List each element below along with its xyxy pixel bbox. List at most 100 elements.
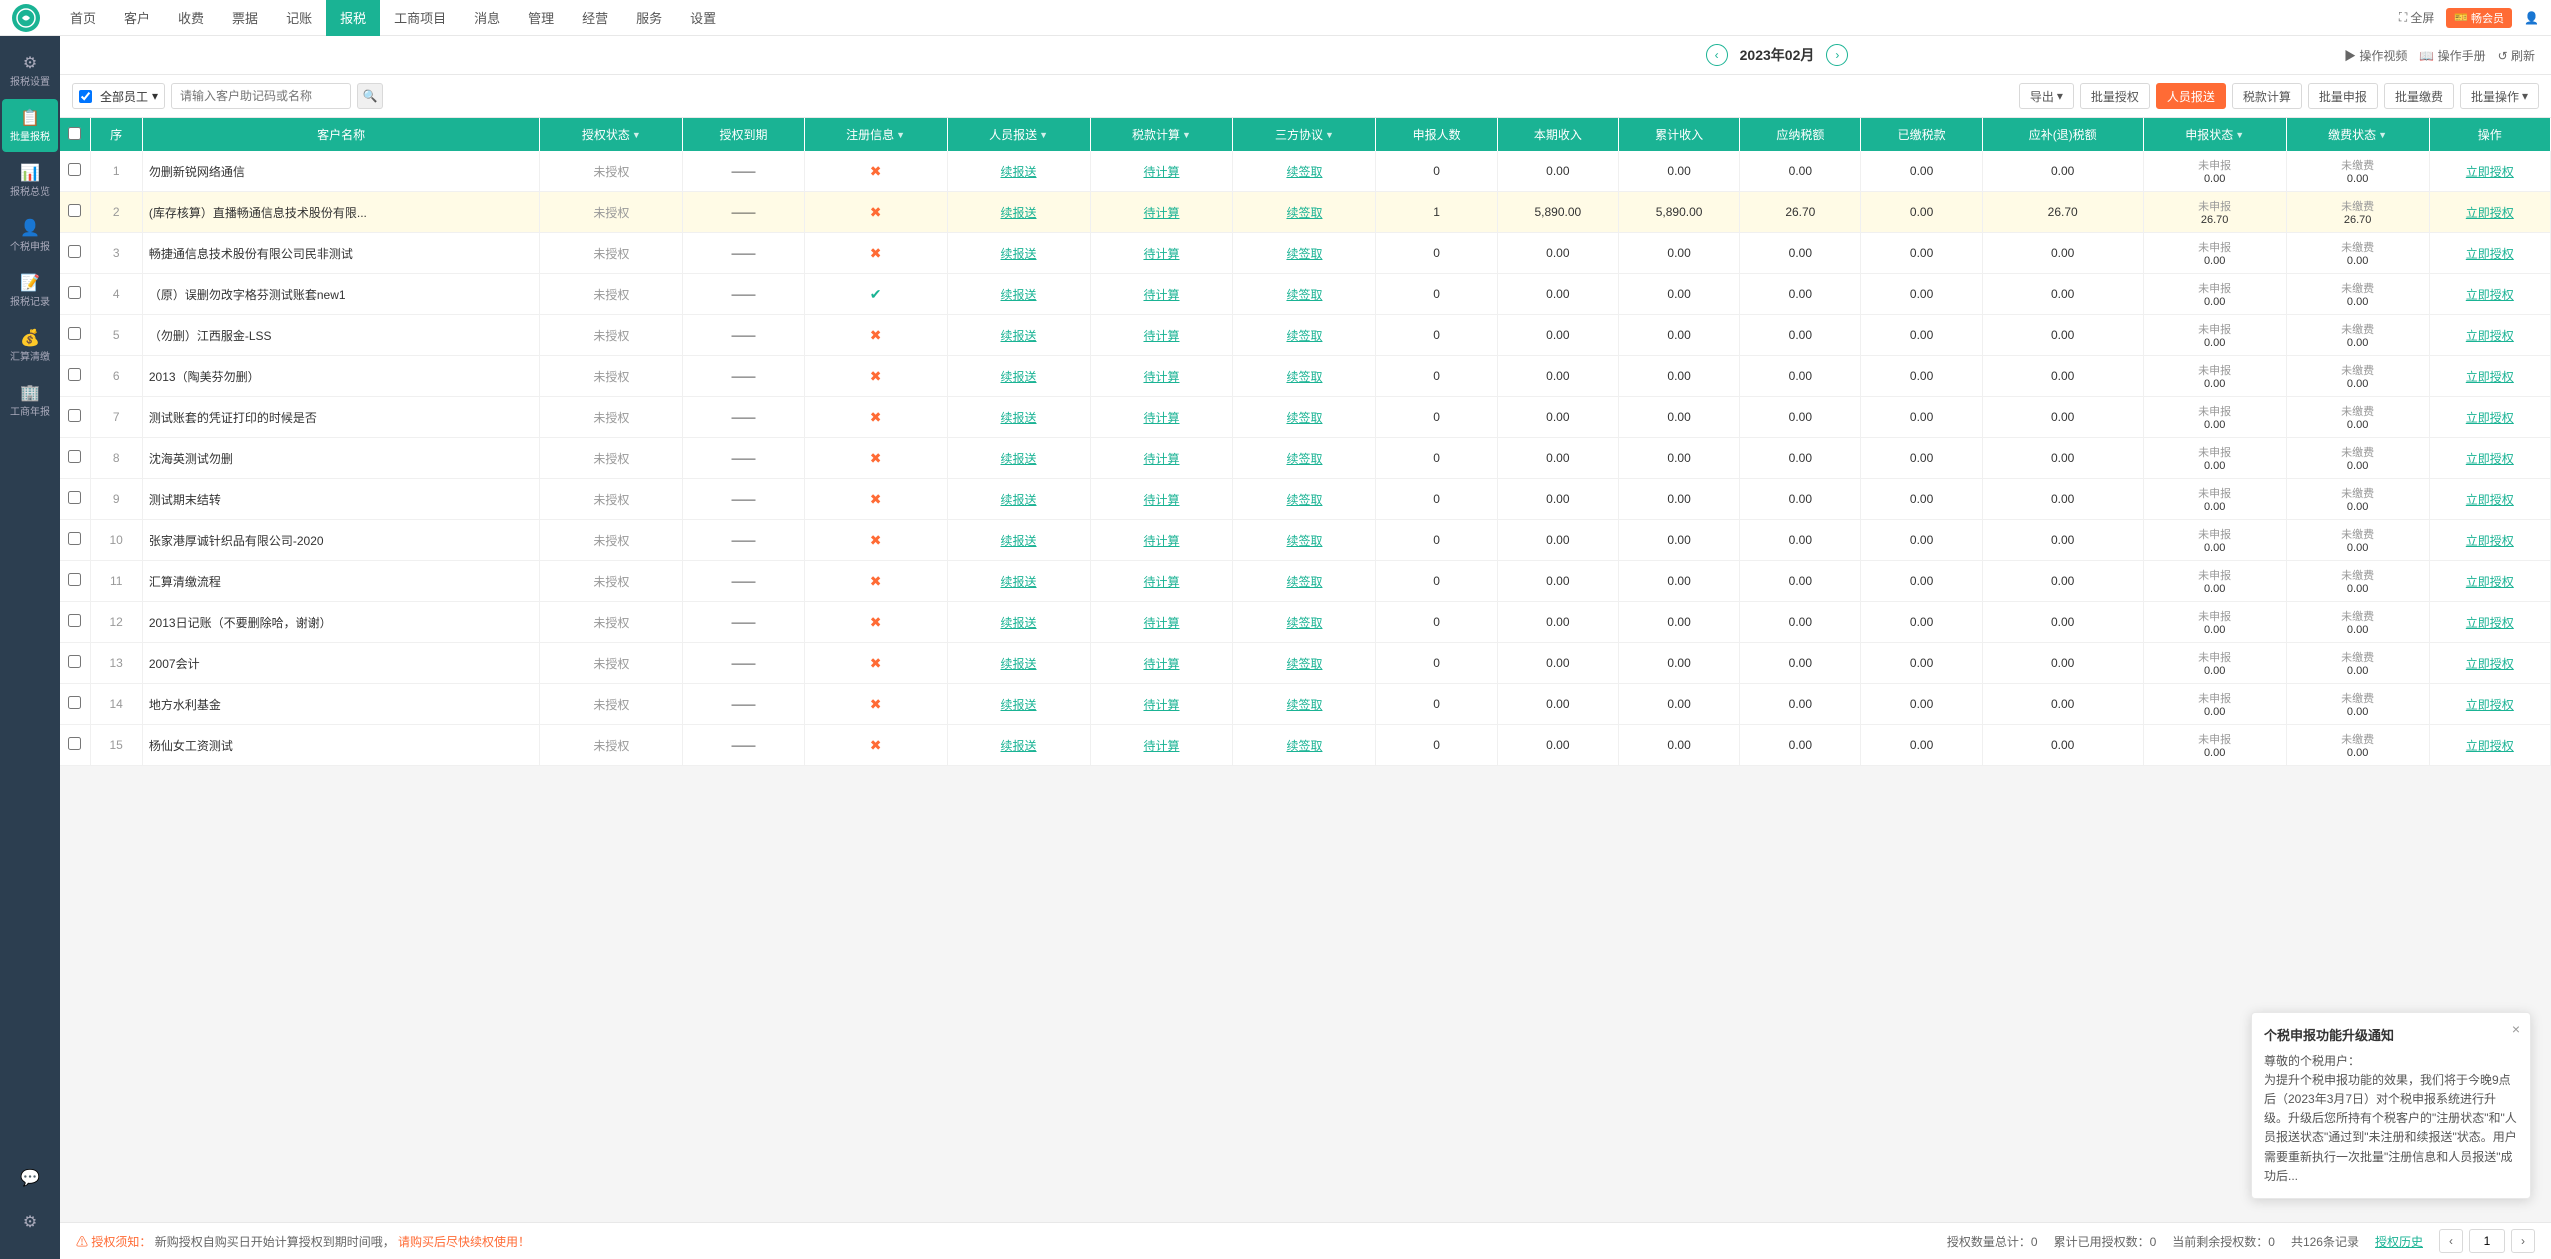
row-checkbox[interactable]	[68, 245, 81, 258]
action-link[interactable]: 立即授权	[2466, 165, 2514, 179]
tripartite-link[interactable]: 续签取	[1286, 452, 1322, 466]
sidebar-item-annual-settlement[interactable]: 💰 汇算清缴	[2, 319, 58, 372]
sidebar-bottom-message[interactable]: 💬	[2, 1159, 58, 1197]
nav-accounting[interactable]: 记账	[272, 0, 326, 36]
personnel-link[interactable]: 续报送	[1001, 206, 1037, 220]
nav-tax[interactable]: 报税	[326, 0, 380, 36]
nav-invoice[interactable]: 票据	[218, 0, 272, 36]
auth-status-filter-icon[interactable]: ▼	[632, 130, 641, 140]
personnel-link[interactable]: 续报送	[1001, 370, 1037, 384]
row-checkbox[interactable]	[68, 573, 81, 586]
app-logo[interactable]	[12, 4, 40, 32]
employee-filter-select[interactable]: 全部员工 ▾	[72, 83, 165, 109]
tax-calc-link[interactable]: 待计算	[1143, 329, 1179, 343]
tax-calc-link[interactable]: 待计算	[1143, 370, 1179, 384]
nav-home[interactable]: 首页	[56, 0, 110, 36]
row-checkbox[interactable]	[68, 450, 81, 463]
nav-customer[interactable]: 客户	[110, 0, 164, 36]
action-link[interactable]: 立即授权	[2466, 247, 2514, 261]
action-link[interactable]: 立即授权	[2466, 288, 2514, 302]
select-all-checkbox[interactable]	[68, 127, 81, 140]
tripartite-link[interactable]: 续签取	[1286, 329, 1322, 343]
personnel-link[interactable]: 续报送	[1001, 411, 1037, 425]
next-month-button[interactable]: ›	[1826, 44, 1848, 66]
tripartite-link[interactable]: 续签取	[1286, 739, 1322, 753]
sidebar-bottom-settings[interactable]: ⚙	[2, 1203, 58, 1241]
personnel-report-button[interactable]: 人员报送	[2156, 83, 2226, 109]
row-checkbox[interactable]	[68, 491, 81, 504]
search-button[interactable]: 🔍	[357, 83, 383, 109]
nav-billing[interactable]: 收费	[164, 0, 218, 36]
action-link[interactable]: 立即授权	[2466, 616, 2514, 630]
tripartite-link[interactable]: 续签取	[1286, 575, 1322, 589]
reg-info-filter-icon[interactable]: ▼	[896, 130, 905, 140]
nav-business[interactable]: 工商项目	[380, 0, 460, 36]
member-btn[interactable]: 🎫 畅会员	[2446, 8, 2512, 28]
sidebar-item-tax-settings[interactable]: ⚙ 报税设置	[2, 44, 58, 97]
row-checkbox[interactable]	[68, 655, 81, 668]
personnel-link[interactable]: 续报送	[1001, 288, 1037, 302]
personnel-link[interactable]: 续报送	[1001, 575, 1037, 589]
pay-status-filter-icon[interactable]: ▼	[2378, 130, 2387, 140]
action-link[interactable]: 立即授权	[2466, 452, 2514, 466]
tripartite-filter-icon[interactable]: ▼	[1325, 130, 1334, 140]
auth-history-link[interactable]: 授权历史	[2375, 1233, 2423, 1250]
prev-page-button[interactable]: ‹	[2439, 1229, 2463, 1253]
personnel-link[interactable]: 续报送	[1001, 657, 1037, 671]
personnel-link[interactable]: 续报送	[1001, 616, 1037, 630]
personnel-link[interactable]: 续报送	[1001, 698, 1037, 712]
personnel-filter-icon[interactable]: ▼	[1039, 130, 1048, 140]
tax-calc-link[interactable]: 待计算	[1143, 452, 1179, 466]
tripartite-link[interactable]: 续签取	[1286, 206, 1322, 220]
tax-calc-link[interactable]: 待计算	[1143, 165, 1179, 179]
personnel-link[interactable]: 续报送	[1001, 329, 1037, 343]
sidebar-item-annual-report[interactable]: 🏢 工商年报	[2, 374, 58, 427]
nav-settings[interactable]: 设置	[676, 0, 730, 36]
row-checkbox[interactable]	[68, 614, 81, 627]
tripartite-link[interactable]: 续签取	[1286, 657, 1322, 671]
tripartite-link[interactable]: 续签取	[1286, 493, 1322, 507]
batch-auth-button[interactable]: 批量授权	[2080, 83, 2150, 109]
nav-service[interactable]: 服务	[622, 0, 676, 36]
batch-pay-button[interactable]: 批量缴费	[2384, 83, 2454, 109]
row-checkbox[interactable]	[68, 204, 81, 217]
tax-calc-link[interactable]: 待计算	[1143, 247, 1179, 261]
personnel-link[interactable]: 续报送	[1001, 534, 1037, 548]
sidebar-item-batch-tax[interactable]: 📋 批量报税	[2, 99, 58, 152]
tripartite-link[interactable]: 续签取	[1286, 247, 1322, 261]
operation-manual-link[interactable]: 📖 操作手册	[2419, 47, 2485, 64]
tax-calc-link[interactable]: 待计算	[1143, 493, 1179, 507]
tax-calc-link[interactable]: 待计算	[1143, 739, 1179, 753]
personnel-link[interactable]: 续报送	[1001, 452, 1037, 466]
tripartite-link[interactable]: 续签取	[1286, 370, 1322, 384]
tripartite-link[interactable]: 续签取	[1286, 534, 1322, 548]
report-status-filter-icon[interactable]: ▼	[2235, 130, 2244, 140]
tax-calc-link[interactable]: 待计算	[1143, 288, 1179, 302]
personnel-link[interactable]: 续报送	[1001, 247, 1037, 261]
fullscreen-btn[interactable]: ⛶ 全屏	[2399, 9, 2434, 26]
action-link[interactable]: 立即授权	[2466, 370, 2514, 384]
tax-calc-link[interactable]: 待计算	[1143, 657, 1179, 671]
tripartite-link[interactable]: 续签取	[1286, 698, 1322, 712]
sidebar-item-personal-tax[interactable]: 👤 个税申报	[2, 209, 58, 262]
next-page-button[interactable]: ›	[2511, 1229, 2535, 1253]
tripartite-link[interactable]: 续签取	[1286, 616, 1322, 630]
row-checkbox[interactable]	[68, 696, 81, 709]
action-link[interactable]: 立即授权	[2466, 411, 2514, 425]
user-avatar[interactable]: 👤	[2524, 11, 2539, 25]
tax-calc-filter-icon[interactable]: ▼	[1182, 130, 1191, 140]
prev-month-button[interactable]: ‹	[1706, 44, 1728, 66]
tax-calc-link[interactable]: 待计算	[1143, 534, 1179, 548]
all-employees-checkbox[interactable]	[79, 90, 92, 103]
row-checkbox[interactable]	[68, 532, 81, 545]
nav-message[interactable]: 消息	[460, 0, 514, 36]
action-link[interactable]: 立即授权	[2466, 206, 2514, 220]
nav-manage[interactable]: 管理	[514, 0, 568, 36]
personnel-link[interactable]: 续报送	[1001, 739, 1037, 753]
page-number-input[interactable]	[2469, 1229, 2505, 1253]
refresh-button[interactable]: ↺ 刷新	[2498, 47, 2535, 64]
personnel-link[interactable]: 续报送	[1001, 493, 1037, 507]
action-link[interactable]: 立即授权	[2466, 575, 2514, 589]
action-link[interactable]: 立即授权	[2466, 657, 2514, 671]
action-link[interactable]: 立即授权	[2466, 739, 2514, 753]
